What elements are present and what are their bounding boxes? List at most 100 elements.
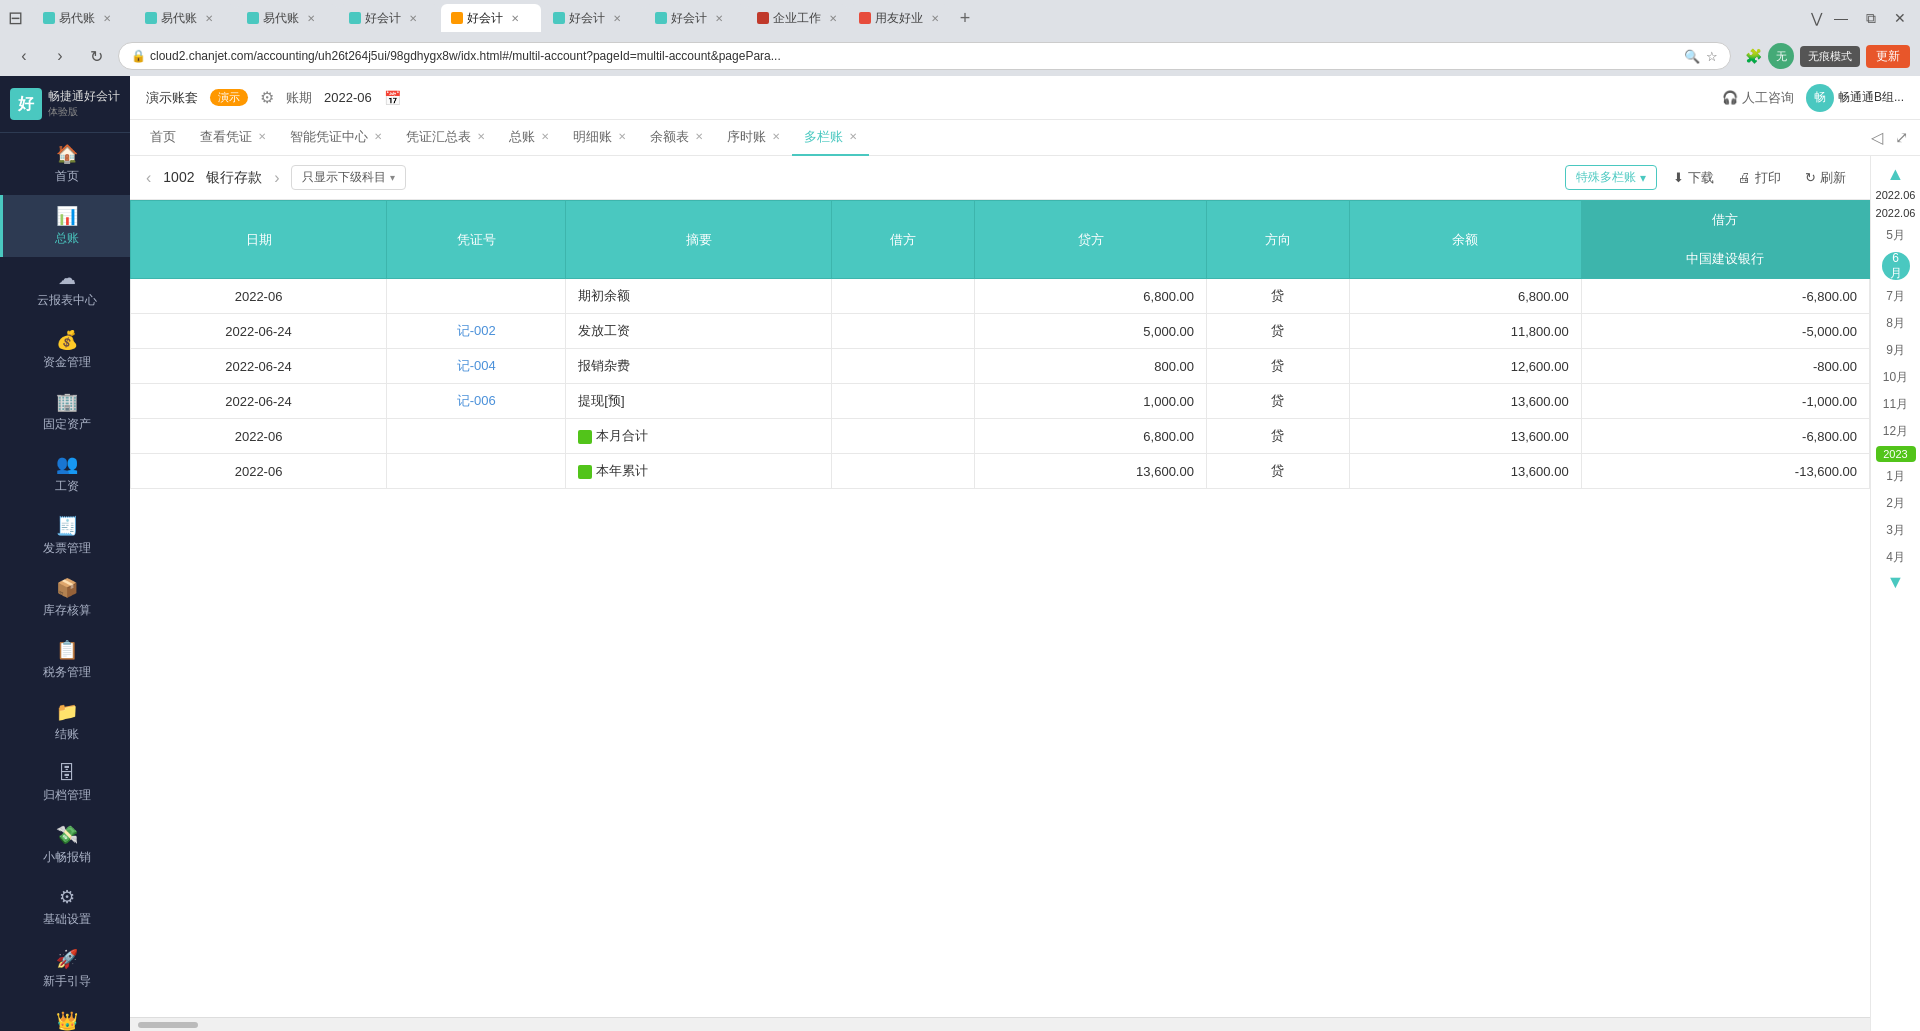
tab-voucher-summary[interactable]: 凭证汇总表 ✕ xyxy=(394,120,497,156)
bookmark-icon[interactable]: ☆ xyxy=(1706,49,1718,64)
tab-vouchers[interactable]: 查看凭证 ✕ xyxy=(188,120,278,156)
restore-window-icon[interactable]: ⧉ xyxy=(1860,8,1882,29)
special-multicolumn-button[interactable]: 特殊多栏账 ▾ xyxy=(1565,165,1657,190)
month-apr[interactable]: 4月 xyxy=(1876,545,1916,570)
sidebar-item-ledger[interactable]: 📊 总账 xyxy=(0,195,130,257)
back-button[interactable]: ‹ xyxy=(10,42,38,70)
month-jun[interactable]: 6月 xyxy=(1882,252,1910,280)
tab-journal[interactable]: 序时账 ✕ xyxy=(715,120,792,156)
month-sep[interactable]: 9月 xyxy=(1876,338,1916,363)
address-bar[interactable]: 🔒 cloud2.chanjet.com/accounting/uh26t264… xyxy=(118,42,1731,70)
month-may[interactable]: 5月 xyxy=(1876,223,1916,248)
tab-close-7[interactable]: ✕ xyxy=(829,13,837,24)
sidebar-item-asset[interactable]: 🏢 固定资产 xyxy=(0,381,130,443)
extensions-icon[interactable]: 🧩 xyxy=(1745,48,1762,64)
tab-close-0[interactable]: ✕ xyxy=(103,13,111,24)
month-oct[interactable]: 10月 xyxy=(1876,365,1916,390)
month-jan[interactable]: 1月 xyxy=(1876,464,1916,489)
tab-close-4[interactable]: ✕ xyxy=(511,13,519,24)
tab-detail-ledger[interactable]: 明细账 ✕ xyxy=(561,120,638,156)
tab-vs-close[interactable]: ✕ xyxy=(477,131,485,142)
month-dec[interactable]: 12月 xyxy=(1876,419,1916,444)
tab-jour-close[interactable]: ✕ xyxy=(772,131,780,142)
tab-dl-close[interactable]: ✕ xyxy=(618,131,626,142)
scroll-down-button[interactable]: ▼ xyxy=(1887,572,1905,593)
collapse-tab-icon[interactable]: ◁ xyxy=(1867,126,1887,149)
tab-close-8[interactable]: ✕ xyxy=(931,13,939,24)
nav-prev-icon[interactable]: ‹ xyxy=(146,169,151,187)
sidebar-item-settings[interactable]: ⚙ 基础设置 xyxy=(0,876,130,938)
sidebar-item-archive[interactable]: 🗄 归档管理 xyxy=(0,753,130,814)
browser-tab-1[interactable]: 易代账 ✕ xyxy=(135,4,235,32)
sidebar-item-report[interactable]: ☁ 云报表中心 xyxy=(0,257,130,319)
tab-mc-close[interactable]: ✕ xyxy=(849,131,857,142)
voucher-link-3[interactable]: 记-006 xyxy=(457,393,496,408)
forward-button[interactable]: › xyxy=(46,42,74,70)
close-window-icon[interactable]: ✕ xyxy=(1888,8,1912,28)
month-jul[interactable]: 7月 xyxy=(1876,284,1916,309)
voucher-link-1[interactable]: 记-002 xyxy=(457,323,496,338)
filter-button[interactable]: 只显示下级科目 ▾ xyxy=(291,165,406,190)
sidebar-item-tax[interactable]: 📋 税务管理 xyxy=(0,629,130,691)
minimize-window-icon[interactable]: — xyxy=(1828,8,1854,28)
tab-close-5[interactable]: ✕ xyxy=(613,13,621,24)
sidebar-item-fund[interactable]: 💰 资金管理 xyxy=(0,319,130,381)
tab-close-1[interactable]: ✕ xyxy=(205,13,213,24)
month-aug[interactable]: 8月 xyxy=(1876,311,1916,336)
browser-tab-4[interactable]: 好会计 ✕ xyxy=(441,4,541,32)
tab-smart-vouchers[interactable]: 智能凭证中心 ✕ xyxy=(278,120,394,156)
sidebar-item-expense[interactable]: 💸 小畅报销 xyxy=(0,814,130,876)
tab-smart-close[interactable]: ✕ xyxy=(374,131,382,142)
calendar-icon[interactable]: 📅 xyxy=(384,90,401,106)
print-button[interactable]: 🖨 打印 xyxy=(1730,166,1789,190)
expand-tab-icon[interactable]: ⤢ xyxy=(1891,126,1912,149)
scrollbar-thumb[interactable] xyxy=(138,1022,198,1028)
sidebar-item-invoice[interactable]: 🧾 发票管理 xyxy=(0,505,130,567)
new-tab-button[interactable]: + xyxy=(951,4,979,32)
tab-balance[interactable]: 余额表 ✕ xyxy=(638,120,715,156)
tab-close-3[interactable]: ✕ xyxy=(409,13,417,24)
tab-vouchers-close[interactable]: ✕ xyxy=(258,131,266,142)
scroll-up-button[interactable]: ▲ xyxy=(1887,164,1905,185)
demo-badge[interactable]: 演示 xyxy=(210,89,248,106)
refresh-button[interactable]: ↻ 刷新 xyxy=(1797,166,1854,190)
tab-gl-close[interactable]: ✕ xyxy=(541,131,549,142)
tab-close-2[interactable]: ✕ xyxy=(307,13,315,24)
tab-home[interactable]: 首页 xyxy=(138,120,188,156)
browser-tab-2[interactable]: 易代账 ✕ xyxy=(237,4,337,32)
profile-button[interactable]: 无 xyxy=(1768,43,1794,69)
tab-general-ledger[interactable]: 总账 ✕ xyxy=(497,120,561,156)
download-button[interactable]: ⬇ 下载 xyxy=(1665,166,1722,190)
sidebar-item-inventory[interactable]: 📦 库存核算 xyxy=(0,567,130,629)
header-settings-icon[interactable]: ⚙ xyxy=(260,88,274,107)
month-feb[interactable]: 2月 xyxy=(1876,491,1916,516)
tab-multi-col[interactable]: 多栏账 ✕ xyxy=(792,120,869,156)
tab-close-6[interactable]: ✕ xyxy=(715,13,723,24)
sidebar-item-payroll[interactable]: 👥 工资 xyxy=(0,443,130,505)
incognito-button[interactable]: 无痕模式 xyxy=(1800,46,1860,67)
browser-tab-0[interactable]: 易代账 ✕ xyxy=(33,4,133,32)
browser-tab-6[interactable]: 好会计 ✕ xyxy=(645,4,745,32)
nav-next-icon[interactable]: › xyxy=(274,169,279,187)
consult-button[interactable]: 🎧 人工咨询 xyxy=(1722,89,1794,107)
sidebar-item-close[interactable]: 📁 结账 xyxy=(0,691,130,753)
update-button[interactable]: 更新 xyxy=(1866,45,1910,68)
sidebar-item-member[interactable]: 👑 畅会员 xyxy=(0,1000,130,1031)
browser-tab-5[interactable]: 好会计 ✕ xyxy=(543,4,643,32)
browser-tab-7[interactable]: 企业工作 ✕ xyxy=(747,4,847,32)
tab-bal-close[interactable]: ✕ xyxy=(695,131,703,142)
browser-tab-8[interactable]: 用友好业 ✕ xyxy=(849,4,949,32)
sidebar-item-home[interactable]: 🏠 首页 xyxy=(0,133,130,195)
account-selector[interactable]: 1002 银行存款 xyxy=(163,169,262,187)
browser-tab-3[interactable]: 好会计 ✕ xyxy=(339,4,439,32)
horizontal-scrollbar[interactable] xyxy=(130,1017,1870,1031)
tab-list-icon[interactable]: ⋁ xyxy=(1811,10,1822,26)
voucher-link-2[interactable]: 记-004 xyxy=(457,358,496,373)
month-nov[interactable]: 11月 xyxy=(1876,392,1916,417)
cell-voucher-4 xyxy=(387,419,566,454)
month-mar[interactable]: 3月 xyxy=(1876,518,1916,543)
search-icon[interactable]: 🔍 xyxy=(1684,49,1700,64)
reload-button[interactable]: ↻ xyxy=(82,42,110,70)
minimize-icon[interactable]: ⊟ xyxy=(8,7,23,29)
sidebar-item-guide[interactable]: 🚀 新手引导 xyxy=(0,938,130,1000)
